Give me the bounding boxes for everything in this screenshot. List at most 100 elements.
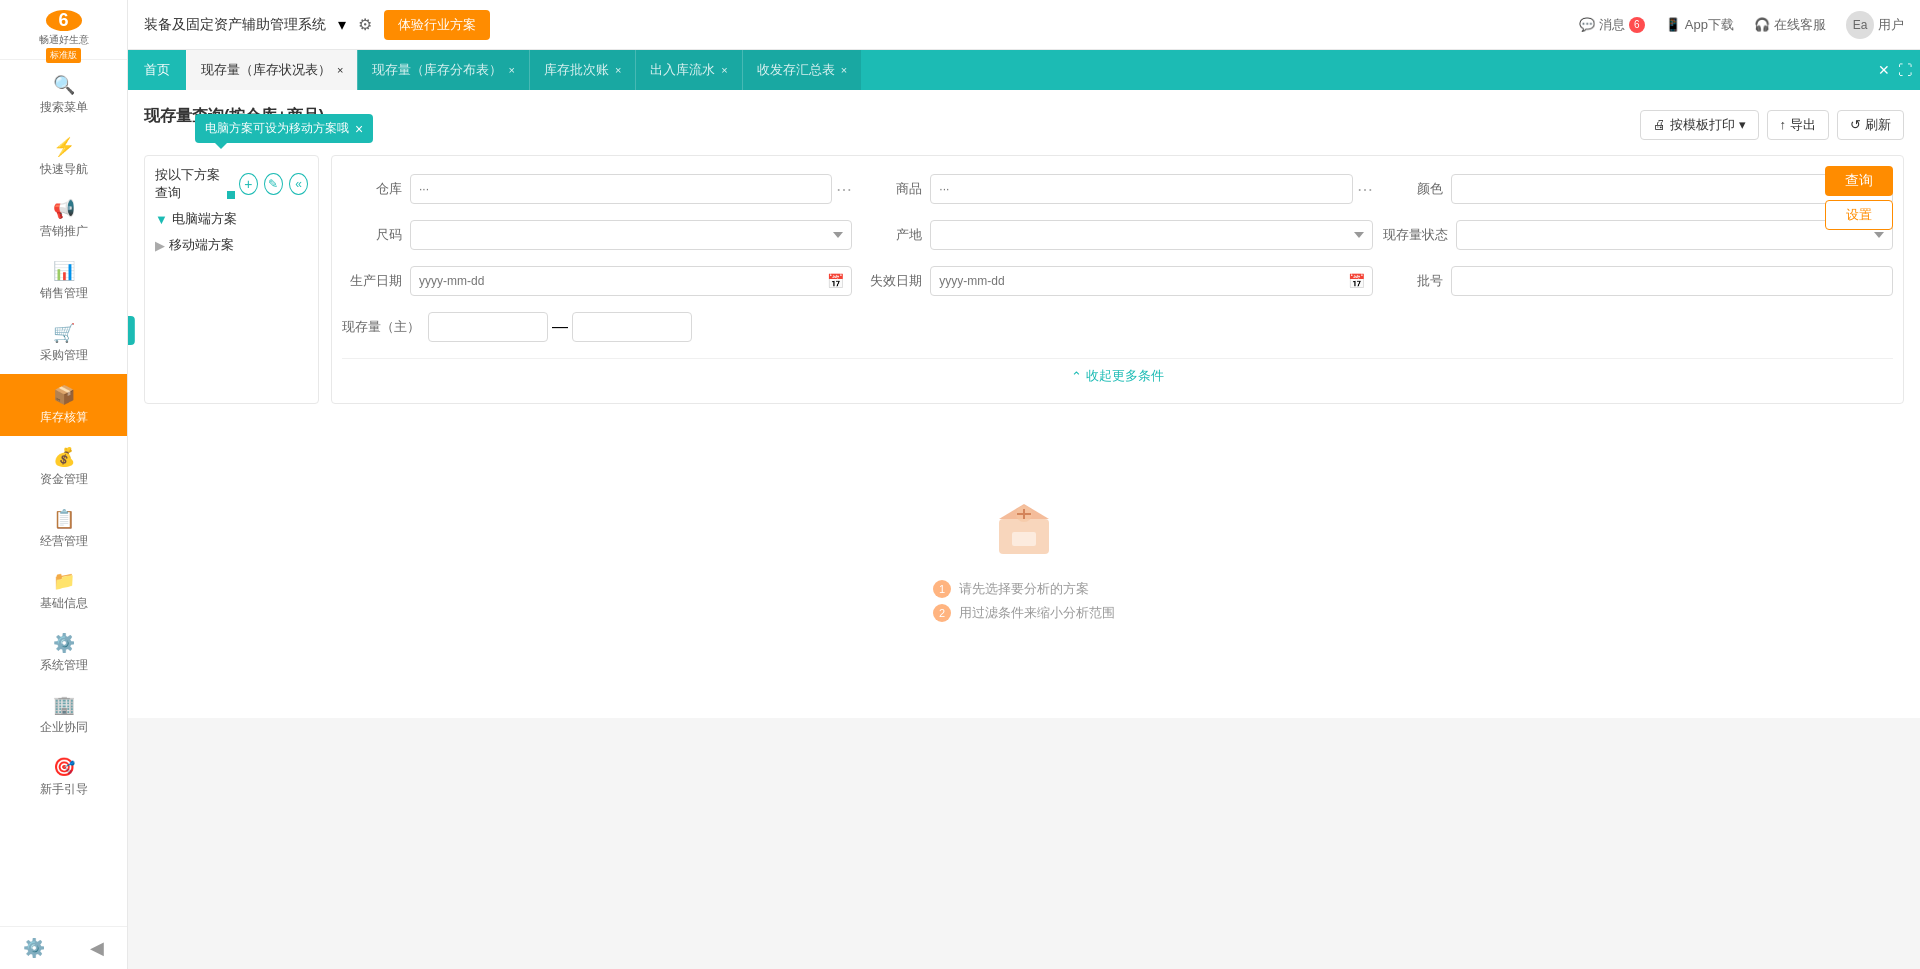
sidebar-item-marketing[interactable]: 📢 营销推广 xyxy=(0,188,127,250)
sidebar-collapse-btn[interactable]: ◀ xyxy=(90,937,104,959)
sidebar-item-newbie[interactable]: 🎯 新手引导 xyxy=(0,746,127,808)
sidebar-item-sales[interactable]: 📊 销售管理 xyxy=(0,250,127,312)
filter-row-3: 生产日期 📅 失效日期 📅 xyxy=(342,258,1893,304)
action-buttons: 🖨 按模板打印 ▾ ↑ 导出 ↺ 刷新 xyxy=(1640,110,1905,140)
warehouse-more-icon[interactable]: ⋯ xyxy=(836,180,852,199)
add-scheme-btn[interactable]: + xyxy=(239,173,258,195)
filter-row-2: 尺码 产地 现存量状态 xyxy=(342,212,1893,258)
refresh-btn[interactable]: ↺ 刷新 xyxy=(1837,110,1904,140)
sidebar-item-label: 库存核算 xyxy=(40,409,88,426)
system-dropdown[interactable]: ▾ xyxy=(338,15,346,34)
tab-close-all-icon[interactable]: ✕ xyxy=(1878,62,1890,78)
avatar: Ea xyxy=(1846,11,1874,39)
filter-goods: 商品 ⋯ xyxy=(862,174,1372,204)
triangle-icon: ▶ xyxy=(155,238,165,253)
export-btn[interactable]: ↑ 导出 xyxy=(1767,110,1830,140)
sidebar-bottom: ⚙️ ◀ xyxy=(0,926,127,969)
support-icon: 🎧 xyxy=(1754,17,1770,32)
size-select[interactable] xyxy=(410,220,852,250)
tab-close-icon[interactable]: × xyxy=(615,64,621,76)
svg-rect-2 xyxy=(1012,532,1036,546)
sidebar-settings-btn[interactable]: ⚙️ xyxy=(23,937,45,959)
template-print-btn[interactable]: 🖨 按模板打印 ▾ xyxy=(1640,110,1759,140)
industry-btn[interactable]: 体验行业方案 xyxy=(384,10,490,40)
quick-nav-icon: ⚡ xyxy=(53,136,75,158)
sidebar-item-basic-info[interactable]: 📁 基础信息 xyxy=(0,560,127,622)
tab-close-icon[interactable]: × xyxy=(721,64,727,76)
search-menu-icon: 🔍 xyxy=(53,74,75,96)
inventory-main-label: 现存量（主） xyxy=(342,318,420,336)
goods-more-icon[interactable]: ⋯ xyxy=(1357,180,1373,199)
sidebar-item-quick-nav[interactable]: ⚡ 快速导航 xyxy=(0,126,127,188)
settings-icon[interactable]: ⚙ xyxy=(358,15,372,34)
filter-batch-no: 批号 xyxy=(1383,266,1893,296)
inventory-range: — xyxy=(428,312,692,342)
settings-btn[interactable]: 设置 xyxy=(1825,200,1893,230)
messages-btn[interactable]: 💬 消息 6 xyxy=(1579,16,1645,34)
sidebar-item-finance[interactable]: 💰 资金管理 xyxy=(0,436,127,498)
size-label: 尺码 xyxy=(342,226,402,244)
scheme-panel: 按以下方案查询 + ✎ « ▼ 电脑端方案 xyxy=(144,155,319,404)
prev-scheme-btn[interactable]: « xyxy=(289,173,308,195)
filter-expire-date: 失效日期 📅 xyxy=(862,266,1372,296)
message-icon: 💬 xyxy=(1579,17,1595,32)
sidebar-item-label: 基础信息 xyxy=(40,595,88,612)
tab-close-icon[interactable]: × xyxy=(508,64,514,76)
batch-no-input[interactable] xyxy=(1451,266,1893,296)
online-support-btn[interactable]: 🎧 在线客服 xyxy=(1754,16,1826,34)
sidebar-item-enterprise[interactable]: 🏢 企业协同 xyxy=(0,684,127,746)
export-icon: ↑ xyxy=(1780,117,1787,132)
system-name: 装备及固定资产辅助管理系统 xyxy=(144,16,326,34)
tab-summary[interactable]: 收发存汇总表 × xyxy=(742,50,861,90)
basic-info-icon: 📁 xyxy=(53,570,75,592)
empty-step-2: 2 用过滤条件来缩小分析范围 xyxy=(933,604,1115,622)
filter-color: 颜色 xyxy=(1383,174,1893,204)
tab-fullscreen-icon[interactable]: ⛶ xyxy=(1898,62,1912,78)
filter-size: 尺码 xyxy=(342,220,852,250)
user-menu[interactable]: Ea 用户 xyxy=(1846,11,1904,39)
sidebar-menu: 🔍 搜索菜单 ⚡ 快速导航 📢 营销推广 📊 销售管理 🛒 采购管理 📦 库存核… xyxy=(0,60,127,926)
goods-label: 商品 xyxy=(862,180,922,198)
warehouse-input[interactable] xyxy=(410,174,832,204)
produce-date-input[interactable] xyxy=(410,266,852,296)
sidebar-item-label: 销售管理 xyxy=(40,285,88,302)
filter-warehouse: 仓库 ⋯ xyxy=(342,174,852,204)
sidebar-item-inventory[interactable]: 📦 库存核算 xyxy=(0,374,127,436)
mobile-scheme-group: ▶ 移动端方案 xyxy=(155,236,308,254)
search-scheme-label: 按以下方案查询 xyxy=(155,166,233,202)
origin-select[interactable] xyxy=(930,220,1372,250)
sidebar-item-system[interactable]: ⚙️ 系统管理 xyxy=(0,622,127,684)
sidebar-item-label: 资金管理 xyxy=(40,471,88,488)
sidebar-item-purchase[interactable]: 🛒 采购管理 xyxy=(0,312,127,374)
tab-batch[interactable]: 库存批次账 × xyxy=(529,50,635,90)
edit-scheme-btn[interactable]: ✎ xyxy=(264,173,283,195)
sidebar-item-operations[interactable]: 📋 经营管理 xyxy=(0,498,127,560)
mobile-scheme-toggle[interactable]: ▶ 移动端方案 xyxy=(155,236,308,254)
inventory-min-input[interactable] xyxy=(428,312,548,342)
produce-date-label: 生产日期 xyxy=(342,272,402,290)
sidebar-item-label: 采购管理 xyxy=(40,347,88,364)
tab-close-icon[interactable]: × xyxy=(841,64,847,76)
calendar-icon-2[interactable]: 📅 xyxy=(1348,273,1365,289)
operations-icon: 📋 xyxy=(53,508,75,530)
collapse-btn[interactable]: ⌃ 收起更多条件 xyxy=(342,358,1893,393)
color-label: 颜色 xyxy=(1383,180,1443,198)
desktop-scheme-group: ▼ 电脑端方案 xyxy=(155,210,308,228)
tabbar: 首页 现存量（库存状况表） × 现存量（库存分布表） × 库存批次账 × 出入库… xyxy=(128,50,1920,90)
inventory-max-input[interactable] xyxy=(572,312,692,342)
goods-input[interactable] xyxy=(930,174,1352,204)
desktop-scheme-toggle[interactable]: ▼ 电脑端方案 xyxy=(155,210,308,228)
app-download-btn[interactable]: 📱 App下载 xyxy=(1665,16,1734,34)
tooltip-close-icon[interactable]: × xyxy=(355,121,363,137)
filter-panel: 仓库 ⋯ 商品 ⋯ xyxy=(331,155,1904,404)
tooltip-scheme: 电脑方案可设为移动方案哦 × xyxy=(195,114,373,143)
tab-inventory-status[interactable]: 现存量（库存状况表） × xyxy=(186,50,357,90)
sidebar-item-search[interactable]: 🔍 搜索菜单 xyxy=(0,64,127,126)
tab-flow[interactable]: 出入库流水 × xyxy=(635,50,741,90)
expire-date-input[interactable] xyxy=(930,266,1372,296)
tab-inventory-dist[interactable]: 现存量（库存分布表） × xyxy=(357,50,528,90)
tab-close-icon[interactable]: × xyxy=(337,64,343,76)
tab-home[interactable]: 首页 xyxy=(128,50,186,90)
query-btn[interactable]: 查询 xyxy=(1825,166,1893,196)
calendar-icon[interactable]: 📅 xyxy=(827,273,844,289)
